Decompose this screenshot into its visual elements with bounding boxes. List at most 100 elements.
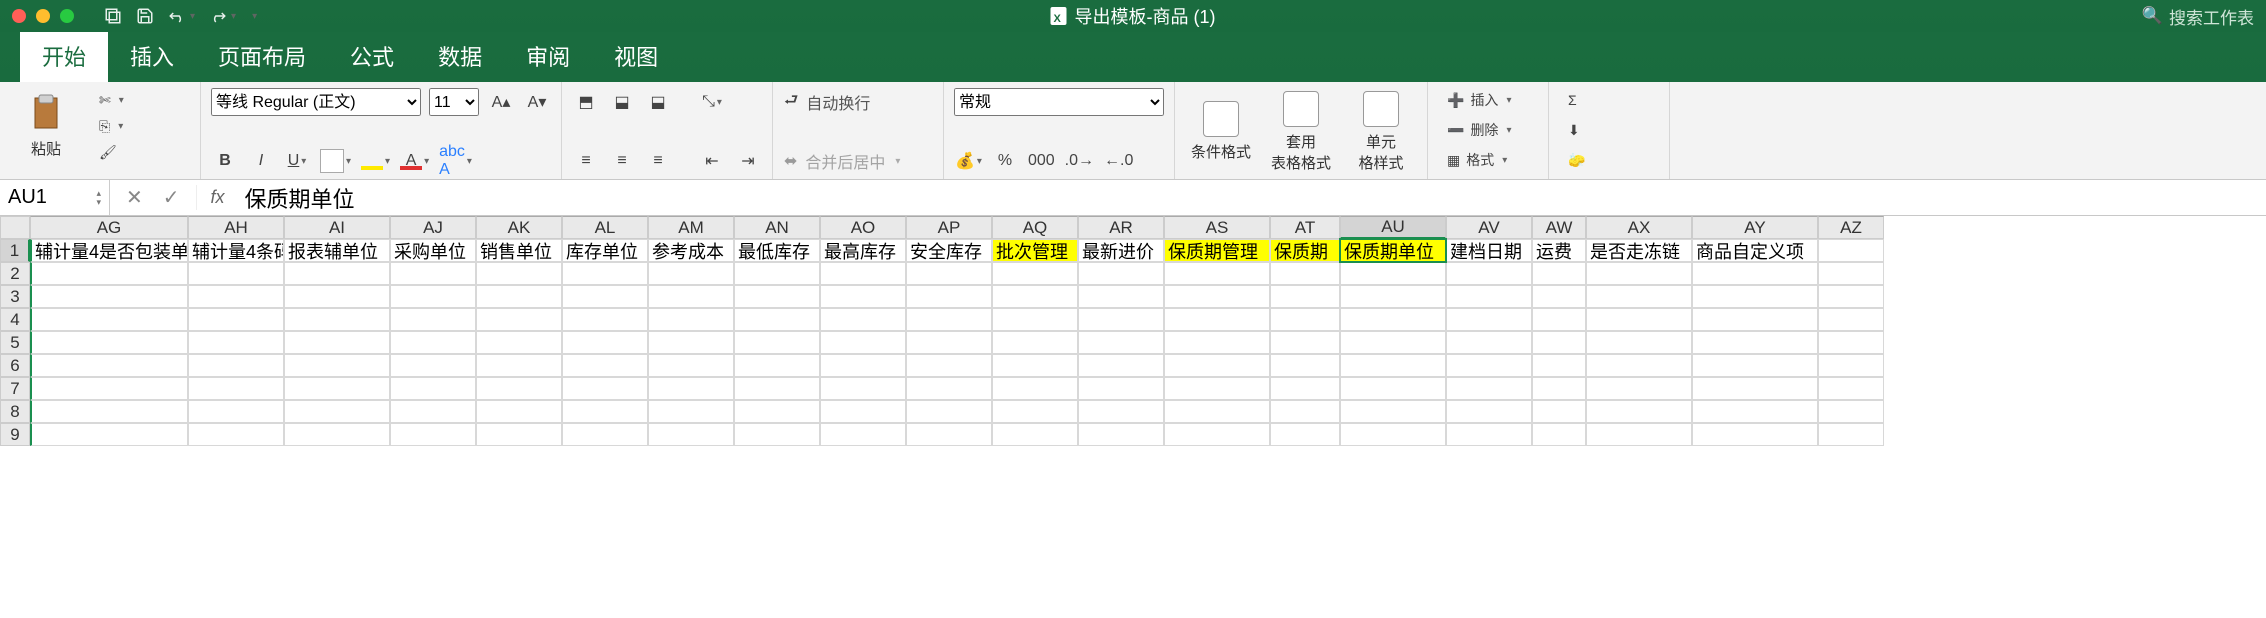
cell-AP1[interactable]: 安全库存 — [906, 239, 992, 262]
cell-AT7[interactable] — [1270, 377, 1340, 400]
column-header-AW[interactable]: AW — [1532, 216, 1586, 239]
cell-AV2[interactable] — [1446, 262, 1532, 285]
cell-AG8[interactable] — [30, 400, 188, 423]
cell-AN1[interactable]: 最低库存 — [734, 239, 820, 262]
save-all-icon[interactable] — [104, 7, 122, 25]
name-box[interactable]: AU1 ▴▾ — [0, 180, 110, 215]
cell-AU9[interactable] — [1340, 423, 1446, 446]
column-header-AO[interactable]: AO — [820, 216, 906, 239]
name-box-stepper[interactable]: ▴▾ — [96, 189, 101, 207]
cell-AZ6[interactable] — [1818, 354, 1884, 377]
cell-AY1[interactable]: 商品自定义项 — [1692, 239, 1818, 262]
cell-AH7[interactable] — [188, 377, 284, 400]
cell-AO4[interactable] — [820, 308, 906, 331]
cell-AJ5[interactable] — [390, 331, 476, 354]
cell-AK3[interactable] — [476, 285, 562, 308]
clear-button[interactable]: 🧽 — [1559, 148, 1659, 172]
cell-AX1[interactable]: 是否走冻链 — [1586, 239, 1692, 262]
cell-AM2[interactable] — [648, 262, 734, 285]
insert-cells-button[interactable]: ➕ 插入▾ — [1438, 88, 1538, 112]
cell-AH1[interactable]: 辅计量4条码 — [188, 239, 284, 262]
cell-AR7[interactable] — [1078, 377, 1164, 400]
cell-AJ2[interactable] — [390, 262, 476, 285]
cell-AX7[interactable] — [1586, 377, 1692, 400]
cell-AH2[interactable] — [188, 262, 284, 285]
cell-AU1[interactable]: 保质期单位 — [1340, 239, 1446, 262]
cell-AN6[interactable] — [734, 354, 820, 377]
cell-AI3[interactable] — [284, 285, 390, 308]
cell-AL5[interactable] — [562, 331, 648, 354]
cell-AU7[interactable] — [1340, 377, 1446, 400]
cell-AS1[interactable]: 保质期管理 — [1164, 239, 1270, 262]
align-right-button[interactable]: ≡ — [644, 147, 672, 175]
cell-AW9[interactable] — [1532, 423, 1586, 446]
cell-AW5[interactable] — [1532, 331, 1586, 354]
cell-AP8[interactable] — [906, 400, 992, 423]
cell-AM5[interactable] — [648, 331, 734, 354]
cell-AT2[interactable] — [1270, 262, 1340, 285]
align-left-button[interactable]: ≡ — [572, 147, 600, 175]
autosum-button[interactable]: Σ — [1559, 88, 1659, 112]
column-header-AG[interactable]: AG — [30, 216, 188, 239]
cell-AM7[interactable] — [648, 377, 734, 400]
cell-AW1[interactable]: 运费 — [1532, 239, 1586, 262]
undo-button[interactable]: ▾ — [168, 9, 195, 23]
cell-AY4[interactable] — [1692, 308, 1818, 331]
cell-AR3[interactable] — [1078, 285, 1164, 308]
row-header-9[interactable]: 9 — [0, 423, 30, 446]
cell-AN5[interactable] — [734, 331, 820, 354]
cell-AW8[interactable] — [1532, 400, 1586, 423]
percent-button[interactable]: % — [991, 147, 1019, 175]
paste-button[interactable]: 粘贴 — [10, 94, 82, 159]
cell-AI4[interactable] — [284, 308, 390, 331]
fill-color-button[interactable]: ▾ — [360, 147, 391, 175]
font-color-button[interactable]: A▾ — [399, 147, 430, 175]
tab-page-layout[interactable]: 页面布局 — [196, 28, 328, 82]
column-header-AV[interactable]: AV — [1446, 216, 1532, 239]
column-header-AJ[interactable]: AJ — [390, 216, 476, 239]
align-top-button[interactable]: ⬒ — [572, 88, 600, 116]
cell-AQ2[interactable] — [992, 262, 1078, 285]
fill-button[interactable]: ⬇ — [1559, 118, 1659, 142]
cell-AX6[interactable] — [1586, 354, 1692, 377]
cell-AW3[interactable] — [1532, 285, 1586, 308]
italic-button[interactable]: I — [247, 147, 275, 175]
cell-AQ9[interactable] — [992, 423, 1078, 446]
cell-AZ2[interactable] — [1818, 262, 1884, 285]
number-format-select[interactable]: 常规 — [954, 88, 1164, 116]
cell-AU3[interactable] — [1340, 285, 1446, 308]
cell-AJ3[interactable] — [390, 285, 476, 308]
cell-AO7[interactable] — [820, 377, 906, 400]
cell-AU8[interactable] — [1340, 400, 1446, 423]
cell-AK4[interactable] — [476, 308, 562, 331]
row-header-4[interactable]: 4 — [0, 308, 30, 331]
cell-AS2[interactable] — [1164, 262, 1270, 285]
cell-AL2[interactable] — [562, 262, 648, 285]
cell-AZ9[interactable] — [1818, 423, 1884, 446]
cell-AZ4[interactable] — [1818, 308, 1884, 331]
cell-AW6[interactable] — [1532, 354, 1586, 377]
column-header-AY[interactable]: AY — [1692, 216, 1818, 239]
cell-AZ5[interactable] — [1818, 331, 1884, 354]
cell-AH5[interactable] — [188, 331, 284, 354]
column-header-AI[interactable]: AI — [284, 216, 390, 239]
minimize-window-button[interactable] — [36, 9, 50, 23]
cell-AK9[interactable] — [476, 423, 562, 446]
tab-view[interactable]: 视图 — [592, 28, 680, 82]
merge-center-button[interactable]: ⬌ 合并后居中▾ — [783, 147, 933, 175]
cell-AT5[interactable] — [1270, 331, 1340, 354]
cell-AV7[interactable] — [1446, 377, 1532, 400]
orientation-button[interactable]: ⤡▾ — [698, 88, 726, 116]
cell-AI1[interactable]: 报表辅单位 — [284, 239, 390, 262]
cell-AP2[interactable] — [906, 262, 992, 285]
cut-button[interactable]: ✄ ▾ — [90, 88, 190, 112]
cell-AY3[interactable] — [1692, 285, 1818, 308]
cell-AS9[interactable] — [1164, 423, 1270, 446]
cell-AK5[interactable] — [476, 331, 562, 354]
delete-cells-button[interactable]: ➖ 删除▾ — [1438, 118, 1538, 142]
cell-AY7[interactable] — [1692, 377, 1818, 400]
cell-AS5[interactable] — [1164, 331, 1270, 354]
cell-AK7[interactable] — [476, 377, 562, 400]
redo-button[interactable]: ▾ — [209, 9, 236, 23]
cell-AI7[interactable] — [284, 377, 390, 400]
